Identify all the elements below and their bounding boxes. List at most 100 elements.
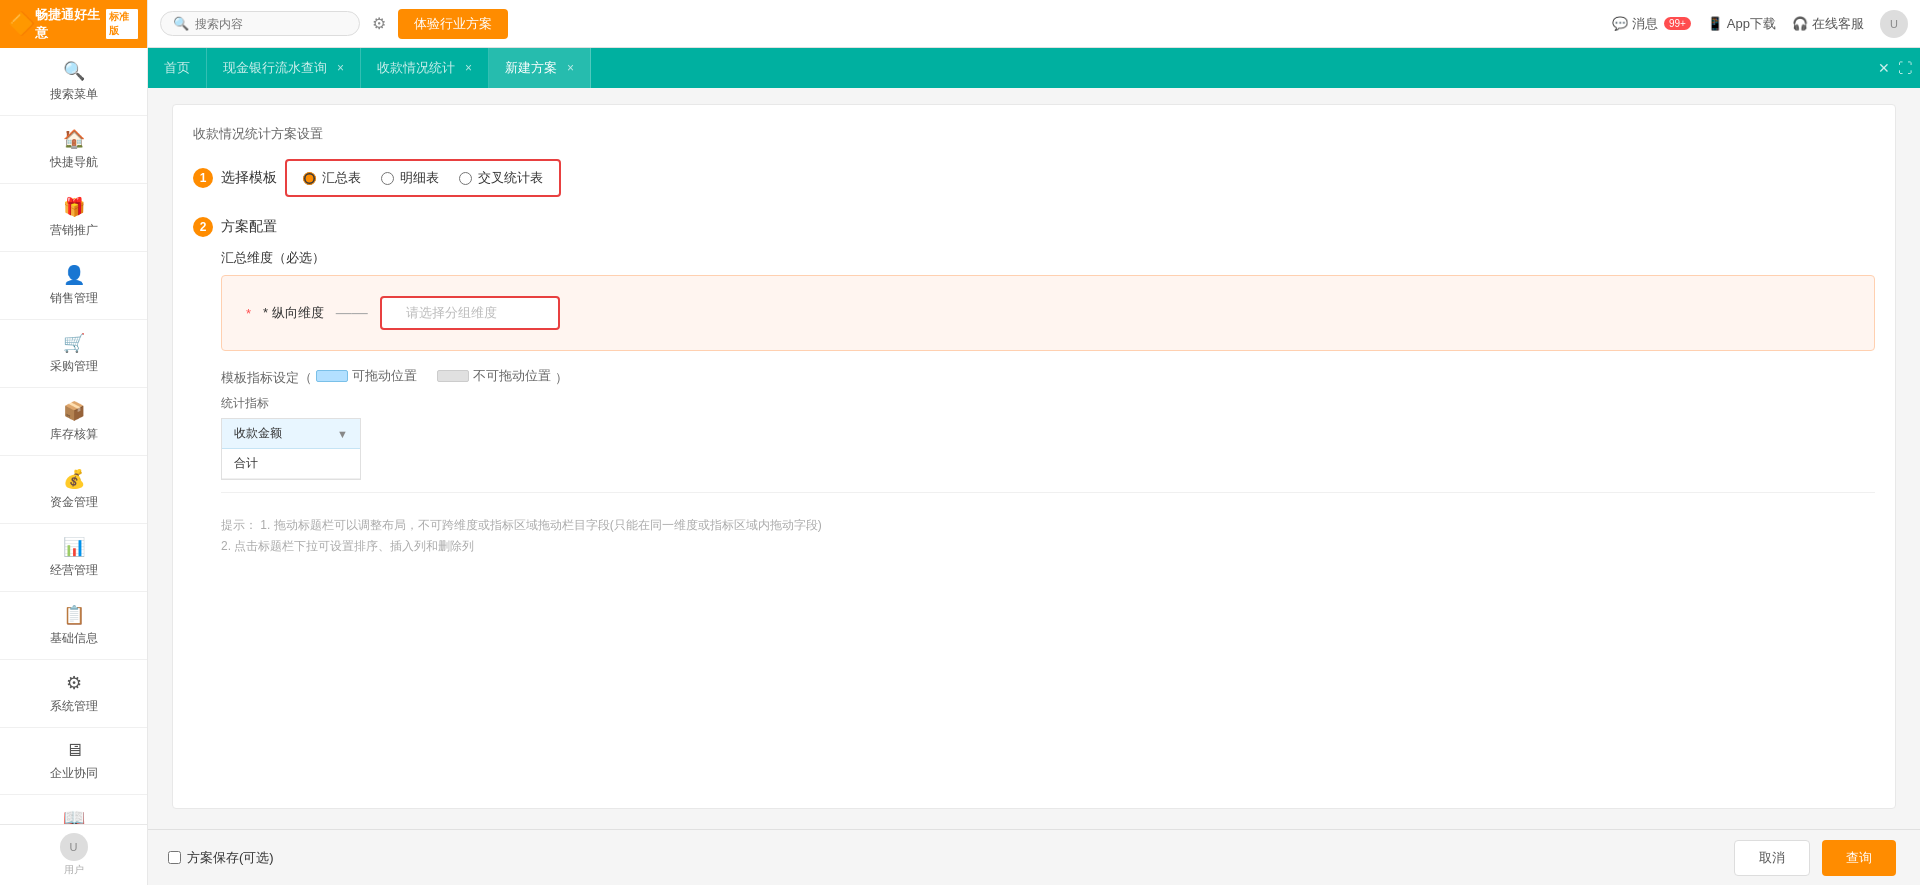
sidebar-item-marketing[interactable]: 🎁 营销推广 bbox=[0, 184, 147, 252]
tab-new-scheme[interactable]: 新建方案 × bbox=[489, 48, 591, 88]
radio-cross-input[interactable] bbox=[459, 172, 472, 185]
sidebar-item-label: 采购管理 bbox=[50, 358, 98, 375]
stats-col-header[interactable]: 收款金额 ▼ bbox=[222, 419, 360, 449]
radio-detail-input[interactable] bbox=[381, 172, 394, 185]
download-item[interactable]: 📱 App下载 bbox=[1707, 15, 1776, 33]
book-icon: 📖 bbox=[63, 807, 85, 824]
sidebar: 🔶 畅捷通好生意 标准版 🔍 搜索菜单 🏠 快捷导航 🎁 营销推广 👤 销售管理… bbox=[0, 0, 148, 885]
tab-minimize-icon[interactable]: ✕ bbox=[1878, 60, 1890, 76]
tip2: 2. 点击标题栏下拉可设置排序、插入列和删除列 bbox=[221, 538, 1875, 555]
save-label: 方案保存(可选) bbox=[187, 849, 274, 867]
cancel-button[interactable]: 取消 bbox=[1734, 840, 1810, 876]
stats-title: 统计指标 bbox=[221, 395, 1875, 412]
tabbar: 首页 现金银行流水查询 × 收款情况统计 × 新建方案 × ✕ ⛶ bbox=[148, 48, 1920, 88]
dimension-placeholder: 请选择分组维度 bbox=[406, 304, 497, 322]
radio-summary[interactable]: 汇总表 bbox=[303, 169, 361, 187]
sidebar-items: 🔍 搜索菜单 🏠 快捷导航 🎁 营销推广 👤 销售管理 🛒 采购管理 📦 库存核… bbox=[0, 48, 147, 824]
app-name: 畅捷通好生意 bbox=[35, 6, 101, 42]
dimension-selector[interactable]: 请选择分组维度 bbox=[380, 296, 560, 330]
fixed-label: 不可拖动位置 bbox=[473, 367, 551, 385]
tab-home[interactable]: 首页 bbox=[148, 48, 207, 88]
template-radio-group: 汇总表 明细表 交叉统计表 bbox=[285, 159, 561, 197]
sidebar-avatar-area[interactable]: U 用户 bbox=[0, 825, 147, 885]
divider bbox=[221, 492, 1875, 493]
vertical-dimension-row: * * 纵向维度 —— 请选择分组维度 bbox=[246, 296, 1850, 330]
message-icon: 💬 bbox=[1612, 16, 1628, 31]
sidebar-item-inventory[interactable]: 📦 库存核算 bbox=[0, 388, 147, 456]
clipboard-icon: 📋 bbox=[63, 604, 85, 626]
sidebar-item-label: 企业协同 bbox=[50, 765, 98, 782]
tab-close-icon[interactable]: × bbox=[465, 61, 472, 75]
avatar[interactable]: U bbox=[1880, 10, 1908, 38]
topbar-right: 💬 消息 99+ 📱 App下载 🎧 在线客服 U bbox=[1612, 10, 1908, 38]
support-item[interactable]: 🎧 在线客服 bbox=[1792, 15, 1864, 33]
sidebar-item-finance[interactable]: 💰 资金管理 bbox=[0, 456, 147, 524]
section-template: 1 选择模板 汇总表 明细表 交叉统计表 bbox=[193, 159, 1875, 197]
sidebar-item-basic[interactable]: 📋 基础信息 bbox=[0, 592, 147, 660]
download-icon: 📱 bbox=[1707, 16, 1723, 31]
radio-cross[interactable]: 交叉统计表 bbox=[459, 169, 543, 187]
tab-actions: ✕ ⛶ bbox=[1870, 48, 1920, 88]
message-label: 消息 bbox=[1632, 15, 1658, 33]
sidebar-item-label: 销售管理 bbox=[50, 290, 98, 307]
stats-col-total: 合计 bbox=[222, 449, 360, 479]
radio-cross-label: 交叉统计表 bbox=[478, 169, 543, 187]
save-checkbox-label[interactable]: 方案保存(可选) bbox=[168, 849, 274, 867]
tips: 提示： 1. 拖动标题栏可以调整布局，不可跨维度或指标区域拖动栏目字段(只能在同… bbox=[221, 517, 1875, 555]
query-button[interactable]: 查询 bbox=[1822, 840, 1896, 876]
sidebar-item-label: 快捷导航 bbox=[50, 154, 98, 171]
main-content: 收款情况统计方案设置 1 选择模板 汇总表 明细表 交 bbox=[148, 88, 1920, 885]
radio-summary-input[interactable] bbox=[303, 172, 316, 185]
fixed-dot bbox=[437, 370, 469, 382]
metrics-section: 模板指标设定（ 可拖动位置 不可拖动位置 ） bbox=[221, 367, 1875, 480]
sidebar-item-management[interactable]: 📊 经营管理 bbox=[0, 524, 147, 592]
sidebar-item-system[interactable]: ⚙ 系统管理 bbox=[0, 660, 147, 728]
tab-label: 现金银行流水查询 bbox=[223, 59, 327, 77]
gear-icon: ⚙ bbox=[66, 672, 82, 694]
sidebar-item-label: 基础信息 bbox=[50, 630, 98, 647]
sidebar-item-sales[interactable]: 👤 销售管理 bbox=[0, 252, 147, 320]
separator bbox=[420, 370, 433, 385]
support-icon: 🎧 bbox=[1792, 16, 1808, 31]
radio-detail[interactable]: 明细表 bbox=[381, 169, 439, 187]
sidebar-item-search[interactable]: 🔍 搜索菜单 bbox=[0, 48, 147, 116]
close-paren: ） bbox=[555, 370, 568, 385]
tab-label: 新建方案 bbox=[505, 59, 557, 77]
app-tag: 标准版 bbox=[105, 8, 139, 40]
message-badge: 99+ bbox=[1664, 17, 1691, 30]
avatar: U bbox=[60, 833, 88, 861]
draggable-legend: 可拖动位置 bbox=[316, 367, 417, 385]
cart-icon: 🛒 bbox=[63, 332, 85, 354]
download-label: App下载 bbox=[1727, 15, 1776, 33]
metrics-label-text: 模板指标设定（ bbox=[221, 370, 312, 385]
tab-maximize-icon[interactable]: ⛶ bbox=[1898, 60, 1912, 76]
sidebar-item-purchase[interactable]: 🛒 采购管理 bbox=[0, 320, 147, 388]
section2-title: 方案配置 bbox=[221, 218, 277, 236]
tab-close-icon[interactable]: × bbox=[567, 61, 574, 75]
search-box[interactable]: 🔍 bbox=[160, 11, 360, 36]
dimension-config: 汇总维度（必选） * * 纵向维度 —— 请选择分组维度 模板指标设定（ bbox=[193, 249, 1875, 555]
section1-header: 1 选择模板 汇总表 明细表 交叉统计表 bbox=[193, 159, 1875, 197]
message-item[interactable]: 💬 消息 99+ bbox=[1612, 15, 1691, 33]
stats-col-label: 收款金额 bbox=[234, 425, 282, 442]
tab-cashflow[interactable]: 现金银行流水查询 × bbox=[207, 48, 361, 88]
user-icon: 👤 bbox=[63, 264, 85, 286]
save-checkbox-input[interactable] bbox=[168, 851, 181, 864]
bottom-bar: 方案保存(可选) 取消 查询 bbox=[148, 829, 1920, 885]
tab-receipt[interactable]: 收款情况统计 × bbox=[361, 48, 489, 88]
settings-icon[interactable]: ⚙ bbox=[372, 14, 386, 33]
stats-table: 收款金额 ▼ 合计 bbox=[221, 418, 361, 480]
bottom-actions: 取消 查询 bbox=[1734, 840, 1920, 876]
tab-label: 首页 bbox=[164, 59, 190, 77]
box-icon: 📦 bbox=[63, 400, 85, 422]
dropdown-icon[interactable]: ▼ bbox=[337, 428, 348, 440]
gift-icon: 🎁 bbox=[63, 196, 85, 218]
sidebar-item-collab[interactable]: 🖥 企业协同 bbox=[0, 728, 147, 795]
sidebar-item-guide[interactable]: 📖 新手引导 bbox=[0, 795, 147, 824]
monitor-icon: 🖥 bbox=[65, 740, 83, 761]
search-input[interactable] bbox=[195, 17, 335, 31]
tab-close-icon[interactable]: × bbox=[337, 61, 344, 75]
industry-btn[interactable]: 体验行业方案 bbox=[398, 9, 508, 39]
sidebar-item-nav[interactable]: 🏠 快捷导航 bbox=[0, 116, 147, 184]
chart-icon: 📊 bbox=[63, 536, 85, 558]
